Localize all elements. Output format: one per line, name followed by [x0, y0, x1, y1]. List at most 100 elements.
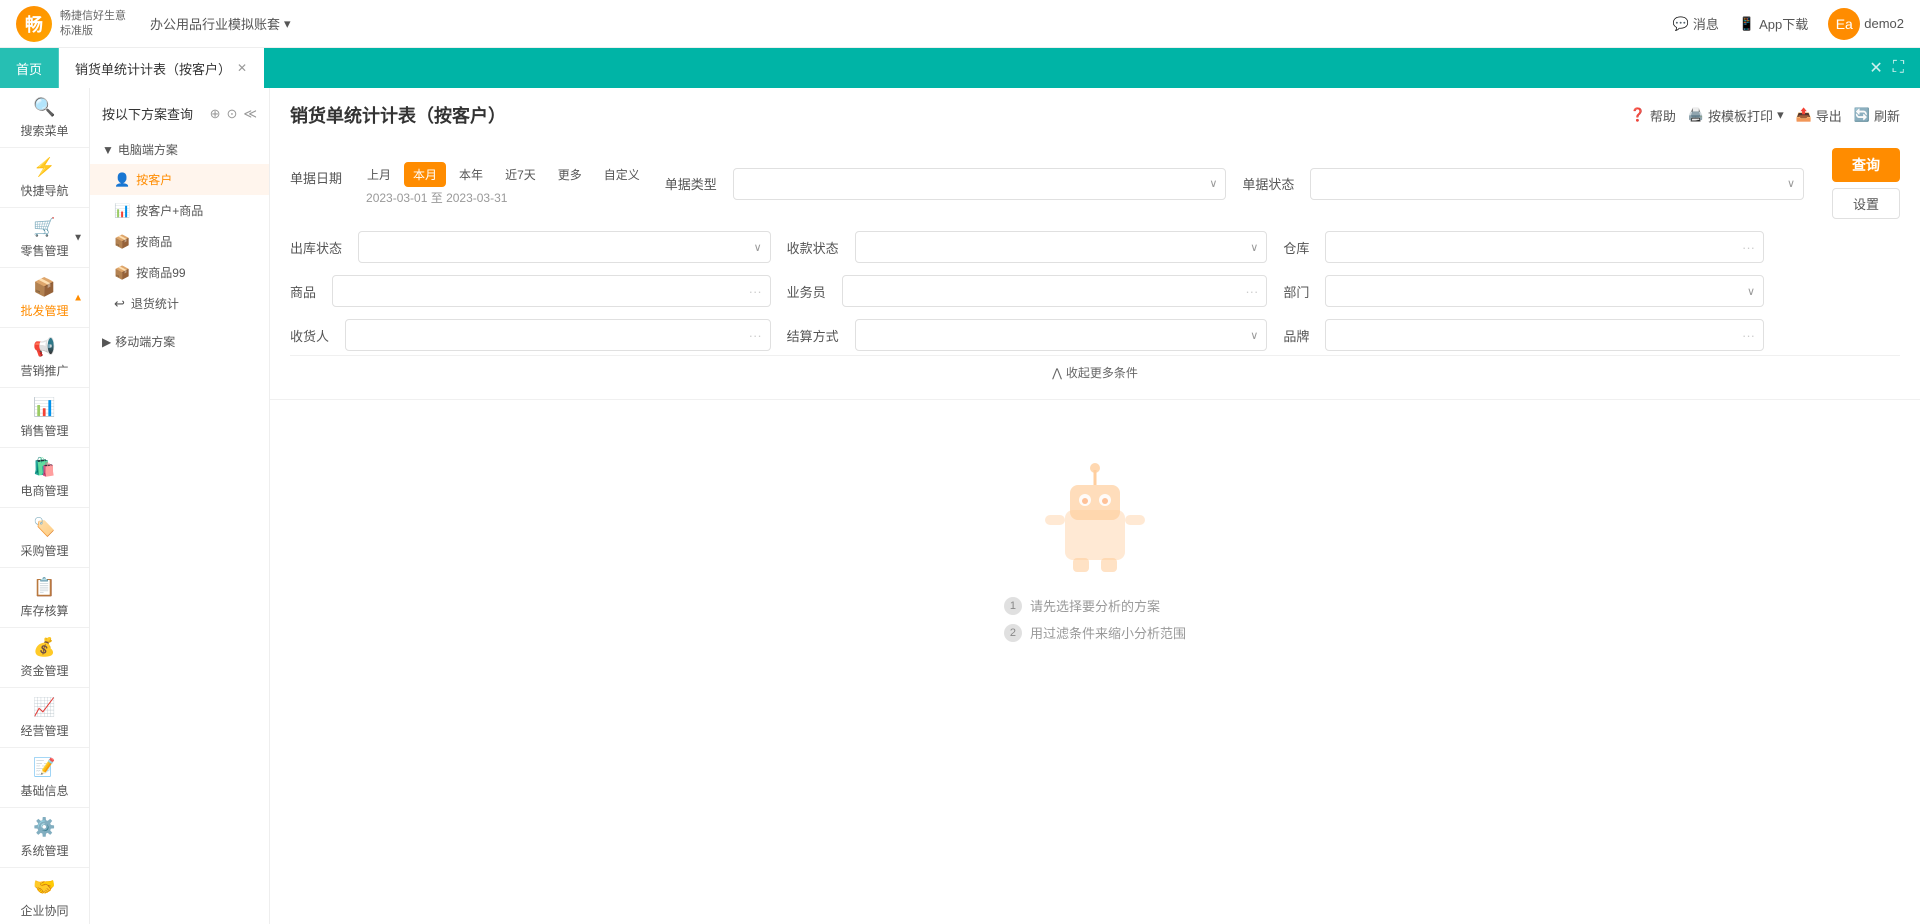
- mobile-group-arrow-icon: ▶: [102, 335, 111, 349]
- collapse-bar[interactable]: ⋀ 收起更多条件: [290, 355, 1900, 389]
- company-arrow-icon: ▾: [284, 16, 291, 32]
- maximize-icon[interactable]: ⛶: [1893, 59, 1904, 77]
- panel-header: 按以下方案查询 ⊕ ⊙ ≪: [90, 96, 269, 131]
- date-tab-this-year[interactable]: 本年: [450, 162, 492, 187]
- sidebar-label-basic: 基础信息: [20, 782, 68, 799]
- doc-status-arrow-icon: ∨: [1787, 177, 1795, 190]
- receipt-status-control[interactable]: ∨: [855, 231, 1268, 263]
- sidebar-item-finance[interactable]: 💰 资金管理: [0, 628, 89, 688]
- sidebar-item-basic[interactable]: 📝 基础信息: [0, 748, 89, 808]
- payment-label: 结算方式: [787, 326, 839, 345]
- scheme-group-desktop-title[interactable]: ▼ 电脑端方案: [90, 135, 269, 164]
- salesperson-control[interactable]: ···: [842, 275, 1268, 307]
- settings-button[interactable]: 设置: [1832, 188, 1900, 219]
- date-tab-more[interactable]: 更多: [549, 162, 591, 187]
- warehouse-label: 仓库: [1283, 238, 1309, 257]
- inventory-icon: 📋: [33, 577, 55, 598]
- wholesale-arrow-icon: ▲: [73, 292, 83, 303]
- scheme-item-by-product[interactable]: 📦 按商品: [90, 226, 269, 257]
- date-label: 单据日期: [290, 162, 342, 187]
- department-arrow-icon: ∨: [1747, 285, 1755, 298]
- tip-num-2: 2: [1004, 624, 1022, 642]
- scheme-item-by-customer[interactable]: 👤 按客户: [90, 164, 269, 195]
- sidebar-label-ecommerce: 电商管理: [20, 482, 68, 499]
- payment-control[interactable]: ∨: [855, 319, 1268, 351]
- enterprise-icon: 🤝: [33, 877, 55, 898]
- warehouse-dots: ···: [1742, 240, 1755, 255]
- message-button[interactable]: 💬 消息: [1673, 14, 1719, 33]
- warehouse-control[interactable]: ···: [1325, 231, 1764, 263]
- tab-close-icon[interactable]: ✕: [237, 61, 247, 75]
- date-tab-this-month[interactable]: 本月: [404, 162, 446, 187]
- avatar: Ea: [1828, 8, 1860, 40]
- by-product-99-icon: 📦: [114, 265, 130, 281]
- close-window-icon[interactable]: ✕: [1869, 58, 1882, 78]
- sidebar-label-sales: 销售管理: [20, 422, 68, 439]
- refresh-button[interactable]: 🔄 刷新: [1854, 106, 1900, 125]
- sidebar-item-sales[interactable]: 📊 销售管理: [0, 388, 89, 448]
- tabbar: 首页 销货单统计计表（按客户） ✕ ✕ ⛶: [0, 48, 1920, 88]
- tab-report[interactable]: 销货单统计计表（按客户） ✕: [59, 48, 264, 88]
- company-selector[interactable]: 办公用品行业模拟账套 ▾: [150, 14, 291, 33]
- sidebar-item-search[interactable]: 🔍 搜索菜单: [0, 88, 89, 148]
- finance-icon: 💰: [33, 637, 55, 658]
- empty-illustration: [1035, 460, 1155, 580]
- topbar-right: 💬 消息 📱 App下载 Ea demo2: [1673, 8, 1904, 40]
- department-label: 部门: [1283, 282, 1309, 301]
- sidebar-item-enterprise[interactable]: 🤝 企业协同: [0, 868, 89, 924]
- tab-home[interactable]: 首页: [0, 48, 59, 88]
- department-control[interactable]: ∨: [1325, 275, 1764, 307]
- scheme-item-by-product-99[interactable]: 📦 按商品99: [90, 257, 269, 288]
- query-button[interactable]: 查询: [1832, 148, 1900, 182]
- product-control[interactable]: ···: [332, 275, 771, 307]
- print-arrow-icon: ▾: [1777, 107, 1784, 123]
- main-layout: 🔍 搜索菜单 ⚡ 快捷导航 🛒 零售管理 ▼ 📦 批发管理 ▲ 📢 营销推广 📊…: [0, 88, 1920, 924]
- robot-svg: [1035, 460, 1155, 580]
- tip-num-1: 1: [1004, 597, 1022, 615]
- scheme-group-mobile-title[interactable]: ▶ 移动端方案: [90, 327, 269, 356]
- doc-type-arrow-icon: ∨: [1209, 177, 1217, 190]
- system-icon: ⚙️: [33, 817, 55, 838]
- sidebar-item-ecommerce[interactable]: 🛍️ 电商管理: [0, 448, 89, 508]
- user-menu[interactable]: Ea demo2: [1828, 8, 1904, 40]
- sidebar-item-retail[interactable]: 🛒 零售管理 ▼: [0, 208, 89, 268]
- sidebar-item-wholesale[interactable]: 📦 批发管理 ▲: [0, 268, 89, 328]
- sidebar-label-operation: 经营管理: [20, 722, 68, 739]
- receipt-status-label: 收款状态: [787, 238, 839, 257]
- app-download-button[interactable]: 📱 App下载: [1739, 14, 1808, 33]
- help-icon: ❓: [1630, 107, 1646, 123]
- scheme-item-return-stats[interactable]: ↩ 退货统计: [90, 288, 269, 319]
- message-icon: 💬: [1673, 16, 1689, 32]
- sidebar-item-operation[interactable]: 📈 经营管理: [0, 688, 89, 748]
- sidebar-item-marketing[interactable]: 📢 营销推广: [0, 328, 89, 388]
- out-status-control[interactable]: ∨: [358, 231, 771, 263]
- export-button[interactable]: 📤 导出: [1796, 106, 1842, 125]
- sidebar-item-inventory[interactable]: 📋 库存核算: [0, 568, 89, 628]
- collapse-panel-icon[interactable]: ≪: [243, 106, 257, 122]
- receiver-control[interactable]: ···: [345, 319, 771, 351]
- doc-type-control[interactable]: ∨: [733, 168, 1227, 200]
- scheme-item-by-customer-product[interactable]: 📊 按客户+商品: [90, 195, 269, 226]
- date-tab-7days[interactable]: 近7天: [496, 162, 545, 187]
- receiver-label: 收货人: [290, 326, 329, 345]
- settings-scheme-icon[interactable]: ⊙: [226, 106, 237, 122]
- empty-tip-2: 2 用过滤条件来缩小分析范围: [1004, 623, 1186, 642]
- operation-icon: 📈: [33, 697, 55, 718]
- doc-status-control[interactable]: ∨: [1310, 168, 1804, 200]
- print-button[interactable]: 🖨️ 按模板打印 ▾: [1688, 106, 1784, 125]
- help-button[interactable]: ❓ 帮助: [1630, 106, 1676, 125]
- sidebar-label-enterprise: 企业协同: [20, 902, 68, 919]
- sidebar-item-shortcut[interactable]: ⚡ 快捷导航: [0, 148, 89, 208]
- brand-control[interactable]: ···: [1325, 319, 1764, 351]
- collapse-up-icon: ⋀: [1052, 366, 1062, 380]
- panel-title: 按以下方案查询: [102, 104, 193, 123]
- sidebar-item-purchase[interactable]: 🏷️ 采购管理: [0, 508, 89, 568]
- query-buttons: 查询 设置: [1832, 148, 1900, 219]
- return-stats-icon: ↩: [114, 296, 125, 312]
- sidebar: 🔍 搜索菜单 ⚡ 快捷导航 🛒 零售管理 ▼ 📦 批发管理 ▲ 📢 营销推广 📊…: [0, 88, 90, 924]
- sidebar-item-system[interactable]: ⚙️ 系统管理: [0, 808, 89, 868]
- date-tab-last-month[interactable]: 上月: [358, 162, 400, 187]
- logo-icon: 畅: [16, 6, 52, 42]
- date-tab-custom[interactable]: 自定义: [595, 162, 649, 187]
- add-scheme-icon[interactable]: ⊕: [210, 106, 221, 122]
